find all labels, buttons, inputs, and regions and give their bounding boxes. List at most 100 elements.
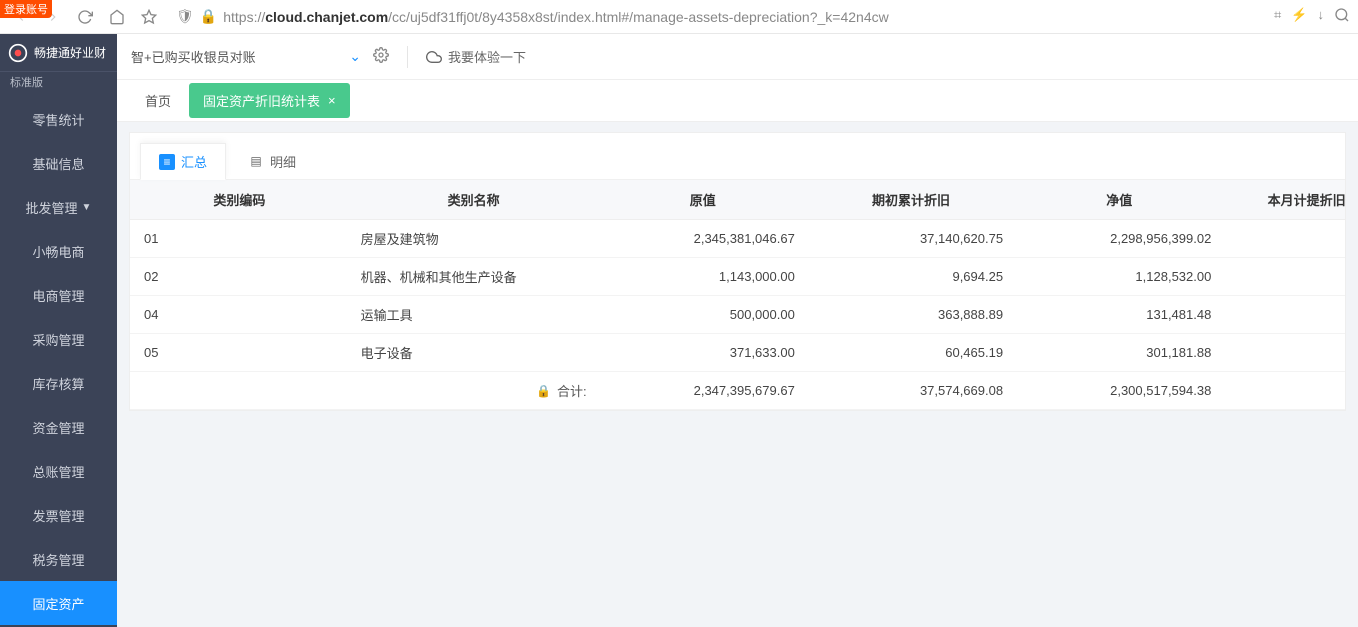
cell-code: 04 xyxy=(130,296,349,334)
divider xyxy=(407,46,408,68)
brand: 畅捷通好业财 xyxy=(0,34,117,72)
caret-down-icon: ▼ xyxy=(82,202,92,213)
tab-home[interactable]: 首页 xyxy=(131,83,185,118)
sidebar-item-label: 小畅电商 xyxy=(32,242,84,261)
cell-code: 01 xyxy=(130,220,349,258)
subtab-label: 明细 xyxy=(270,152,296,171)
table-row[interactable]: 02机器、机械和其他生产设备1,143,000.009,694.251,128,… xyxy=(130,258,1345,296)
cell-name: 电子设备 xyxy=(349,334,599,372)
summary-icon: ≡ xyxy=(159,154,175,170)
cell-total-label: 🔒合计: xyxy=(130,372,599,410)
cell-name: 运输工具 xyxy=(349,296,599,334)
reload-button[interactable] xyxy=(72,4,98,30)
cell-code: 05 xyxy=(130,334,349,372)
cell-orig: 2,345,381,046.67 xyxy=(599,220,807,258)
cell-accum: 37,140,620.75 xyxy=(807,220,1015,258)
column-header[interactable]: 本月计提折旧 xyxy=(1223,180,1345,220)
cell-code: 02 xyxy=(130,258,349,296)
sub-tabs: ≡ 汇总 ▤ 明细 xyxy=(130,133,1345,180)
cell-month xyxy=(1223,258,1345,296)
search-icon[interactable] xyxy=(1334,7,1350,26)
sidebar-item-label: 库存核算 xyxy=(32,374,84,393)
cell-total-month: 9,3 xyxy=(1223,372,1345,410)
experience-link[interactable]: 我要体验一下 xyxy=(426,47,526,66)
sidebar-item[interactable]: 采购管理 xyxy=(0,317,117,361)
cell-net: 301,181.88 xyxy=(1015,334,1223,372)
module-selector[interactable]: 智+已购买收银员对账 ⌄ xyxy=(131,47,361,66)
flash-icon[interactable]: ⚡ xyxy=(1291,7,1307,26)
sidebar-item[interactable]: 零售统计 xyxy=(0,97,117,141)
download-icon[interactable]: ↓ xyxy=(1318,7,1325,26)
qr-icon[interactable]: ⌗ xyxy=(1274,7,1281,26)
favorite-button[interactable] xyxy=(136,4,162,30)
table-total-row: 🔒合计:2,347,395,679.6737,574,669.082,300,5… xyxy=(130,372,1345,410)
sidebar: 畅捷通好业财 标准版 零售统计基础信息批发管理▼小畅电商电商管理采购管理库存核算… xyxy=(0,34,117,627)
cell-month: 9,2 xyxy=(1223,220,1345,258)
lock-icon: 🔒 xyxy=(536,384,551,398)
sidebar-item-label: 税务管理 xyxy=(32,550,84,569)
cell-total-orig: 2,347,395,679.67 xyxy=(599,372,807,410)
url-bar[interactable]: 🛡 🔒 https://cloud.chanjet.com/cc/uj5df31… xyxy=(168,8,1268,25)
sidebar-item-label: 零售统计 xyxy=(32,110,84,129)
sidebar-item-label: 采购管理 xyxy=(32,330,84,349)
cell-month xyxy=(1223,334,1345,372)
sidebar-menu: 零售统计基础信息批发管理 ▼ 小畅电商电商管理采购管理库存核算资金管理总账管理发票管… xyxy=(0,97,117,627)
depreciation-table: 类别编码类别名称原值期初累计折旧净值本月计提折旧 01房屋及建筑物2,345,3… xyxy=(130,180,1345,410)
cell-name: 房屋及建筑物 xyxy=(349,220,599,258)
table-row[interactable]: 04运输工具500,000.00363,888.89131,481.48 xyxy=(130,296,1345,334)
column-header[interactable]: 类别编码 xyxy=(130,180,349,220)
sidebar-item-label: 发票管理 xyxy=(32,506,84,525)
cloud-icon xyxy=(426,49,442,65)
table-wrapper[interactable]: 类别编码类别名称原值期初累计折旧净值本月计提折旧 01房屋及建筑物2,345,3… xyxy=(130,180,1345,410)
cell-month xyxy=(1223,296,1345,334)
chevron-down-icon: ⌄ xyxy=(349,48,361,65)
subtab-summary[interactable]: ≡ 汇总 xyxy=(140,143,226,180)
cell-net: 131,481.48 xyxy=(1015,296,1223,334)
sidebar-item[interactable]: 税务管理 xyxy=(0,537,117,581)
url-text: https://cloud.chanjet.com/cc/uj5df31ffj0… xyxy=(223,9,889,25)
cell-accum: 363,888.89 xyxy=(807,296,1015,334)
sidebar-item[interactable]: 基础信息 xyxy=(0,141,117,185)
gear-icon[interactable] xyxy=(373,47,389,66)
experience-label: 我要体验一下 xyxy=(448,47,526,66)
sidebar-item[interactable]: 固定资产 xyxy=(0,581,117,625)
sidebar-item-label: 批发管理 xyxy=(26,198,78,217)
cell-orig: 1,143,000.00 xyxy=(599,258,807,296)
tabs-row: 首页 固定资产折旧统计表 × xyxy=(117,80,1358,122)
tab-depreciation[interactable]: 固定资产折旧统计表 × xyxy=(189,83,350,118)
main-content: 智+已购买收银员对账 ⌄ 我要体验一下 首页 固定资产折旧统计表 × ≡ xyxy=(117,34,1358,627)
lock-icon: 🔒 xyxy=(200,8,217,25)
sidebar-item-label: 固定资产 xyxy=(32,594,84,613)
content-panel: ≡ 汇总 ▤ 明细 类别编码类别名称原值期初累计折旧净值本月计提折旧 01房屋及… xyxy=(129,132,1346,411)
sidebar-item[interactable]: 资金管理 xyxy=(0,405,117,449)
header-row: 智+已购买收银员对账 ⌄ 我要体验一下 xyxy=(117,34,1358,80)
sidebar-item[interactable]: 库存核算 xyxy=(0,361,117,405)
cell-net: 2,298,956,399.02 xyxy=(1015,220,1223,258)
sidebar-item-label: 总账管理 xyxy=(32,462,84,481)
close-icon[interactable]: × xyxy=(328,93,336,108)
login-badge[interactable]: 登录账号 xyxy=(0,0,52,18)
sidebar-item-label: 电商管理 xyxy=(32,286,84,305)
column-header[interactable]: 类别名称 xyxy=(349,180,599,220)
shield-icon: 🛡 xyxy=(176,8,194,25)
cell-total-accum: 37,574,669.08 xyxy=(807,372,1015,410)
sidebar-item-label: 资金管理 xyxy=(32,418,84,437)
detail-icon: ▤ xyxy=(248,153,264,169)
table-row[interactable]: 05电子设备371,633.0060,465.19301,181.88 xyxy=(130,334,1345,372)
table-row[interactable]: 01房屋及建筑物2,345,381,046.6737,140,620.752,2… xyxy=(130,220,1345,258)
home-button[interactable] xyxy=(104,4,130,30)
brand-icon xyxy=(8,43,28,63)
cell-total-net: 2,300,517,594.38 xyxy=(1015,372,1223,410)
column-header[interactable]: 净值 xyxy=(1015,180,1223,220)
sidebar-item[interactable]: 发票管理 xyxy=(0,493,117,537)
sidebar-item[interactable]: 批发管理 ▼ xyxy=(0,185,117,229)
sidebar-item-label: 基础信息 xyxy=(32,154,84,173)
subtab-detail[interactable]: ▤ 明细 xyxy=(230,143,314,179)
sidebar-item[interactable]: 总账管理 xyxy=(0,449,117,493)
sidebar-item[interactable]: 小畅电商 xyxy=(0,229,117,273)
sidebar-item[interactable]: 电商管理 xyxy=(0,273,117,317)
column-header[interactable]: 期初累计折旧 xyxy=(807,180,1015,220)
module-selector-label: 智+已购买收银员对账 xyxy=(131,47,256,66)
column-header[interactable]: 原值 xyxy=(599,180,807,220)
cell-net: 1,128,532.00 xyxy=(1015,258,1223,296)
